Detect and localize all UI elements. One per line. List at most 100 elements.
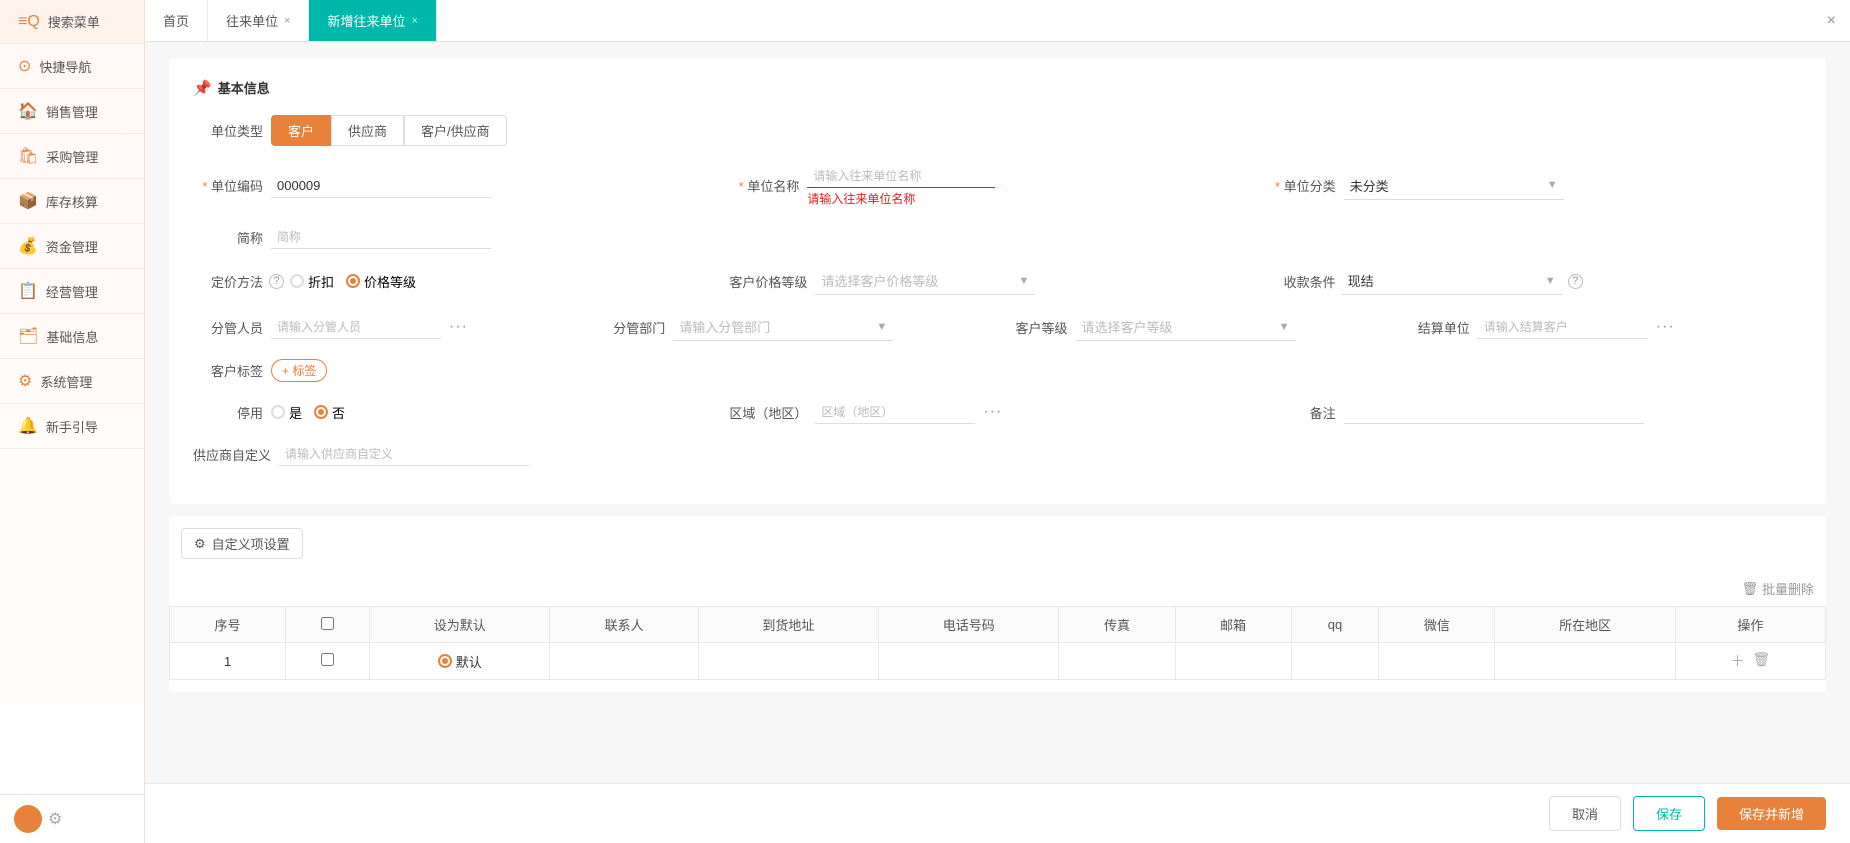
- unit-category-select[interactable]: 未分类 ▼: [1344, 172, 1564, 200]
- radio-no[interactable]: 否: [314, 403, 345, 422]
- select-all-checkbox[interactable]: [321, 617, 334, 630]
- short-name-input[interactable]: [271, 225, 491, 249]
- department-placeholder: 请输入分管部门: [679, 317, 770, 336]
- col-default: 设为默认: [370, 607, 550, 643]
- delete-row-icon[interactable]: 🗑: [1753, 651, 1771, 671]
- unit-btn-supplier[interactable]: 供应商: [331, 115, 404, 146]
- supervisor-row: 分管人员 ··· 分管部门 请输入分管部门 ▼ 客户等级 请选择客户等级 ▼: [193, 313, 1802, 341]
- save-button[interactable]: 保存: [1633, 796, 1705, 831]
- pin-icon: 📌: [193, 79, 212, 97]
- radio-level[interactable]: 价格等级: [346, 272, 416, 291]
- tags-group: 客户标签 + 标签: [193, 359, 1802, 382]
- payment-terms-value: 现结: [1348, 271, 1374, 290]
- close-tab-partners[interactable]: ×: [284, 15, 290, 27]
- sidebar-bottom: ⚙: [0, 794, 144, 843]
- sidebar-item-finance[interactable]: 💰 资金管理: [0, 224, 144, 269]
- action-icons: ＋ 🗑: [1686, 651, 1815, 671]
- sidebar-item-inventory[interactable]: 📦 库存核算: [0, 179, 144, 224]
- sidebar-item-label: 快捷导航: [39, 57, 91, 76]
- add-row-icon[interactable]: ＋: [1731, 651, 1745, 671]
- payment-help-icon[interactable]: ?: [1568, 274, 1583, 289]
- basic-info-card: 📌 基本信息 单位类型 客户 供应商 客户/供应商 单位编码: [169, 58, 1826, 504]
- tags-label: 客户标签: [193, 361, 263, 380]
- default-label: 默认: [456, 652, 482, 671]
- cell-wechat: [1379, 643, 1495, 680]
- remarks-input[interactable]: [1344, 400, 1644, 424]
- radio-discount[interactable]: 折扣: [290, 272, 334, 291]
- short-name-row: 简称: [193, 225, 1802, 249]
- payment-terms-select[interactable]: 现结 ▼: [1342, 267, 1562, 295]
- row-checkbox[interactable]: [321, 653, 334, 666]
- cancel-button[interactable]: 取消: [1549, 796, 1621, 831]
- remarks-label: 备注: [1266, 403, 1336, 422]
- region-input[interactable]: [815, 400, 975, 424]
- col-wechat: 微信: [1379, 607, 1495, 643]
- disabled-radio-group: 是 否: [271, 403, 345, 422]
- sidebar-item-label: 资金管理: [46, 237, 98, 256]
- unit-code-input[interactable]: [271, 174, 491, 198]
- save-and-new-button[interactable]: 保存并新增: [1717, 797, 1826, 830]
- disabled-label: 停用: [193, 403, 263, 422]
- department-select[interactable]: 请输入分管部门 ▼: [673, 313, 893, 341]
- unit-btn-both[interactable]: 客户/供应商: [404, 115, 507, 146]
- customer-price-level-select[interactable]: 请选择客户价格等级 ▼: [815, 267, 1035, 295]
- supplier-custom-group: 供应商自定义: [193, 442, 1802, 466]
- add-tag-button[interactable]: + 标签: [271, 359, 327, 382]
- batch-delete-btn[interactable]: 🗑 批量删除: [1741, 579, 1814, 598]
- supervisor-label: 分管人员: [193, 318, 263, 337]
- table-header-row: 序号 设为默认 联系人 到货地址 电话号码 传真 邮箱 qq 微信 所在地区 操…: [170, 607, 1826, 643]
- col-email: 邮箱: [1175, 607, 1291, 643]
- customize-btn[interactable]: ⚙ 自定义项设置: [181, 528, 303, 559]
- tab-home-label: 首页: [163, 11, 189, 30]
- col-fax: 传真: [1059, 607, 1175, 643]
- sidebar-item-label: 库存核算: [46, 192, 98, 211]
- col-check: [286, 607, 370, 643]
- supplier-custom-input[interactable]: [279, 442, 529, 466]
- customer-level-select[interactable]: 请选择客户等级 ▼: [1076, 313, 1296, 341]
- settlement-more-btn[interactable]: ···: [1656, 318, 1675, 336]
- unit-name-input[interactable]: [807, 164, 995, 188]
- supervisor-input[interactable]: [271, 315, 441, 339]
- pricing-radio-group: 折扣 价格等级: [290, 272, 416, 291]
- money-icon: 💰: [18, 236, 38, 256]
- sidebar-item-search[interactable]: ≡Q 搜索菜单: [0, 0, 144, 44]
- cell-phone: [879, 643, 1059, 680]
- tab-new-partner[interactable]: 新增往来单位 ×: [309, 0, 436, 41]
- close-all-tabs[interactable]: ×: [1813, 12, 1850, 30]
- box-icon: 📦: [18, 191, 38, 211]
- supervisor-more-btn[interactable]: ···: [449, 318, 468, 336]
- bell-icon: 🔔: [18, 416, 38, 436]
- settlement-unit-input[interactable]: [1478, 315, 1648, 339]
- sidebar-item-sales[interactable]: 🏠 销售管理: [0, 89, 144, 134]
- col-region: 所在地区: [1495, 607, 1675, 643]
- cell-address: [698, 643, 878, 680]
- unit-btn-customer[interactable]: 客户: [271, 115, 331, 146]
- unit-name-label: 单位名称: [729, 176, 799, 195]
- department-group: 分管部门 请输入分管部门 ▼: [595, 313, 997, 341]
- customer-price-level-group: 客户价格等级 请选择客户价格等级 ▼: [729, 267, 1265, 295]
- supplier-custom-row: 供应商自定义: [193, 442, 1802, 466]
- department-label: 分管部门: [595, 318, 665, 337]
- region-more-btn[interactable]: ···: [983, 403, 1002, 421]
- home-icon: 🏠: [18, 101, 38, 121]
- supervisor-group: 分管人员 ···: [193, 315, 595, 339]
- sidebar-item-system[interactable]: ⚙ 系统管理: [0, 359, 144, 404]
- bottom-bar: 取消 保存 保存并新增: [145, 783, 1850, 843]
- radio-default[interactable]: 默认: [380, 652, 539, 671]
- cell-email: [1175, 643, 1291, 680]
- radio-yes[interactable]: 是: [271, 403, 302, 422]
- sidebar-item-basic[interactable]: 🗂 基础信息: [0, 314, 144, 359]
- payment-terms-label: 收款条件: [1266, 272, 1336, 291]
- close-tab-new-partner[interactable]: ×: [411, 15, 417, 27]
- sidebar-item-purchase[interactable]: 🛍 采购管理: [0, 134, 144, 179]
- tab-partners[interactable]: 往来单位 ×: [208, 0, 309, 41]
- sidebar-item-shortcut[interactable]: ⊙ 快捷导航: [0, 44, 144, 89]
- pricing-help-icon[interactable]: ?: [269, 274, 284, 289]
- short-name-label: 简称: [193, 228, 263, 247]
- sidebar-item-operation[interactable]: 📋 经营管理: [0, 269, 144, 314]
- chevron-down-icon: ▼: [1018, 275, 1029, 287]
- gear-icon: ⚙: [18, 371, 32, 391]
- sidebar-item-guide[interactable]: 🔔 新手引导: [0, 404, 144, 449]
- cell-no: 1: [170, 643, 286, 680]
- tab-home[interactable]: 首页: [145, 0, 208, 41]
